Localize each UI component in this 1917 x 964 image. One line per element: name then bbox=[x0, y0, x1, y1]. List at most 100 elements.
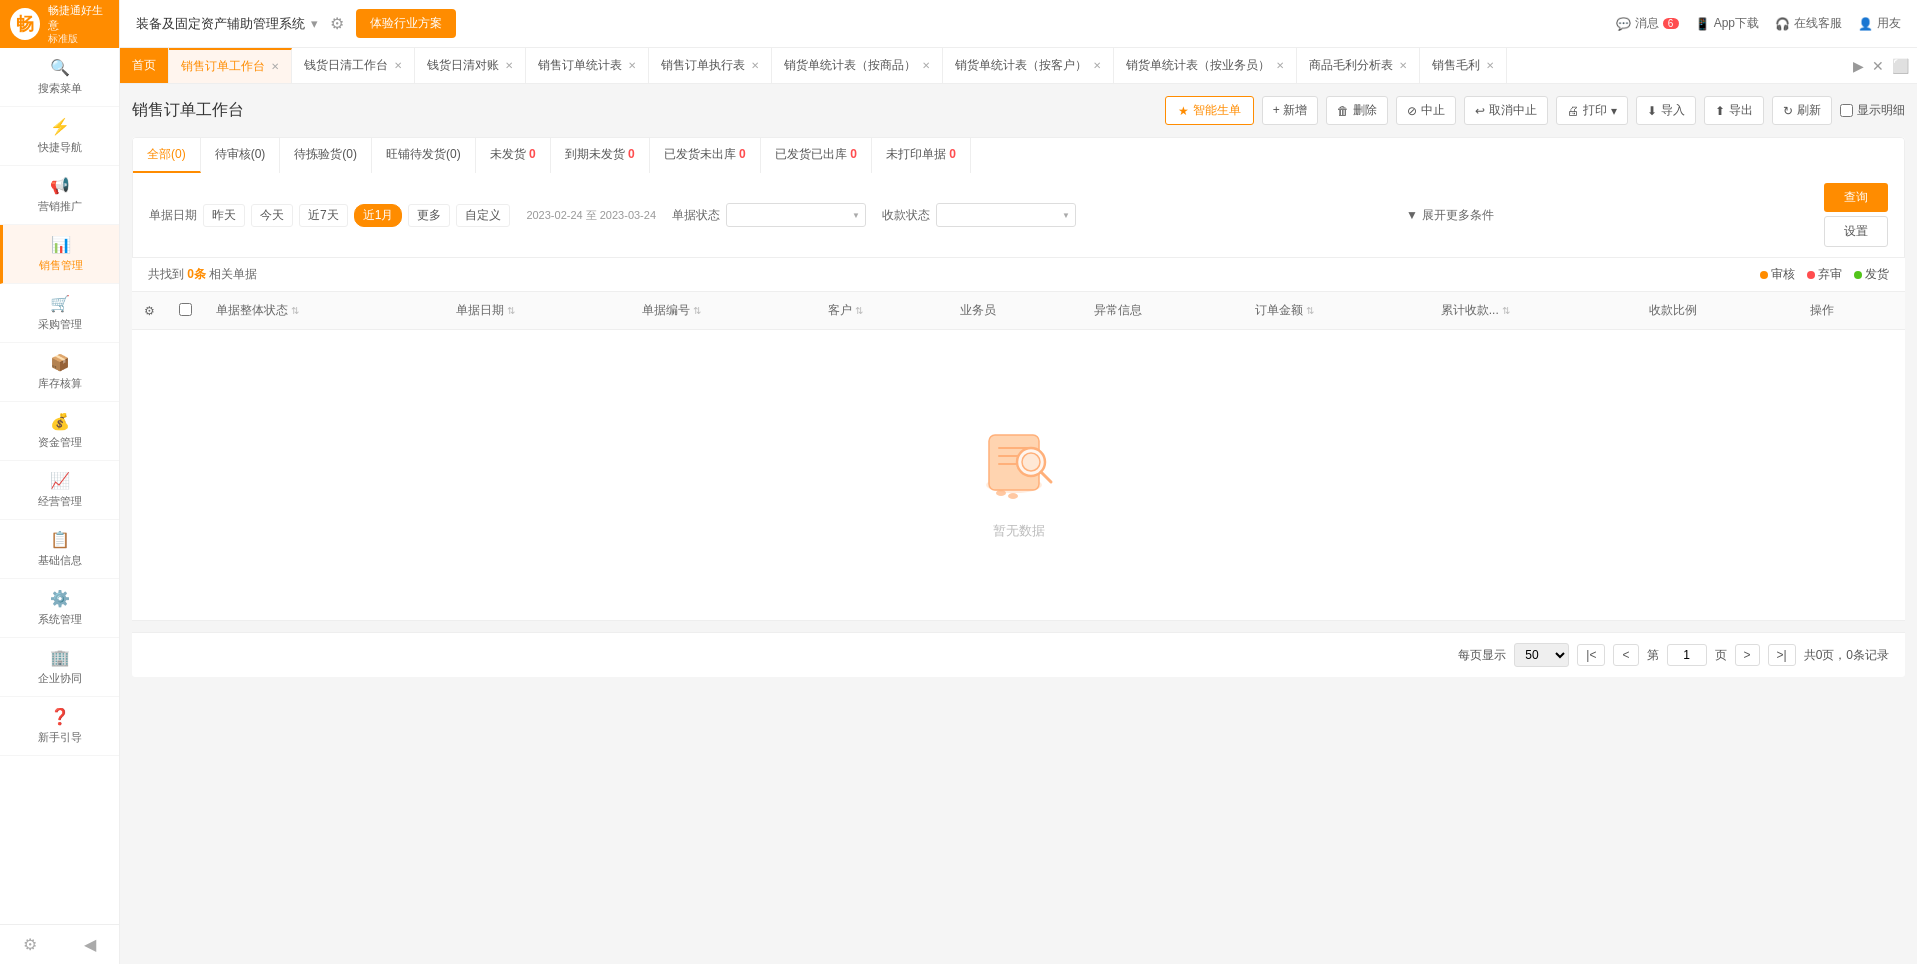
horizontal-scrollbar[interactable] bbox=[132, 620, 1905, 632]
sort-icon[interactable]: ⇅ bbox=[1306, 305, 1314, 316]
sidebar-bottom: ⚙ ◀ bbox=[0, 924, 119, 964]
topbar-gear-icon[interactable]: ⚙ bbox=[330, 14, 344, 33]
tab-sales-exec[interactable]: 销售订单执行表 ✕ bbox=[649, 48, 772, 84]
message-btn[interactable]: 💬 消息 6 bbox=[1616, 15, 1679, 32]
sub-tab-pending-review[interactable]: 待审核(0) bbox=[201, 138, 281, 173]
first-page-btn[interactable]: |< bbox=[1577, 644, 1605, 666]
payment-select[interactable] bbox=[936, 203, 1076, 227]
tab-close-icon[interactable]: ✕ bbox=[271, 61, 279, 72]
svg-point-9 bbox=[996, 490, 1006, 496]
sub-tab-not-shipped[interactable]: 未发货 0 bbox=[476, 138, 551, 173]
sub-tab-shipped-out[interactable]: 已发货已出库 0 bbox=[761, 138, 872, 173]
sub-tab-not-printed[interactable]: 未打印单据 0 bbox=[872, 138, 971, 173]
col-checkbox[interactable] bbox=[167, 292, 204, 330]
date-1month-btn[interactable]: 近1月 bbox=[354, 204, 403, 227]
tabs-maximize-btn[interactable]: ⬜ bbox=[1892, 58, 1909, 74]
sidebar-item-marketing[interactable]: 📢 营销推广 bbox=[0, 166, 119, 225]
sidebar-item-search[interactable]: 🔍 搜索菜单 bbox=[0, 48, 119, 107]
sidebar-item-finance[interactable]: 💰 资金管理 bbox=[0, 402, 119, 461]
sidebar-collapse-btn[interactable]: ◀ bbox=[84, 935, 96, 954]
tab-cash-daily[interactable]: 钱货日清工作台 ✕ bbox=[292, 48, 415, 84]
tab-sales-stats-prod[interactable]: 销货单统计表（按商品） ✕ bbox=[772, 48, 943, 84]
sub-tab-pending-check[interactable]: 待拣验货(0) bbox=[280, 138, 372, 173]
tab-close-icon[interactable]: ✕ bbox=[394, 60, 402, 71]
status-select[interactable] bbox=[726, 203, 866, 227]
date-more-btn[interactable]: 更多 bbox=[408, 204, 450, 227]
ship-btn[interactable]: 发货 bbox=[1854, 266, 1889, 283]
sidebar-item-sales[interactable]: 📊 销售管理 bbox=[0, 225, 119, 284]
tab-close-icon[interactable]: ✕ bbox=[1276, 60, 1284, 71]
sidebar-item-guide[interactable]: ❓ 新手引导 bbox=[0, 697, 119, 756]
last-page-btn[interactable]: >| bbox=[1768, 644, 1796, 666]
sidebar-item-purchase[interactable]: 🛒 采购管理 bbox=[0, 284, 119, 343]
cancel-stop-btn[interactable]: ↩ 取消中止 bbox=[1464, 96, 1548, 125]
user-menu-btn[interactable]: 👤 用友 bbox=[1858, 15, 1901, 32]
select-all-checkbox[interactable] bbox=[179, 303, 192, 316]
sidebar-item-operations[interactable]: 📈 经营管理 bbox=[0, 461, 119, 520]
sub-tab-expired-not-shipped[interactable]: 到期未发货 0 bbox=[551, 138, 650, 173]
sidebar-settings-btn[interactable]: ⚙ bbox=[23, 935, 37, 954]
date-custom-btn[interactable]: 自定义 bbox=[456, 204, 510, 227]
sidebar-item-quick-nav[interactable]: ⚡ 快捷导航 bbox=[0, 107, 119, 166]
col-settings[interactable]: ⚙ bbox=[132, 292, 167, 330]
sort-icon[interactable]: ⇅ bbox=[855, 305, 863, 316]
sort-icon[interactable]: ⇅ bbox=[291, 305, 299, 316]
add-btn[interactable]: + 新增 bbox=[1262, 96, 1318, 125]
guide-icon: ❓ bbox=[50, 707, 70, 726]
tab-close-icon[interactable]: ✕ bbox=[1093, 60, 1101, 71]
prev-page-btn[interactable]: < bbox=[1613, 644, 1638, 666]
tab-close-icon[interactable]: ✕ bbox=[922, 60, 930, 71]
tab-close-icon[interactable]: ✕ bbox=[505, 60, 513, 71]
tab-close-icon[interactable]: ✕ bbox=[1486, 60, 1494, 71]
stop-btn[interactable]: ⊘ 中止 bbox=[1396, 96, 1456, 125]
sub-tab-all[interactable]: 全部(0) bbox=[133, 138, 201, 173]
tab-sales-stats-cust[interactable]: 销货单统计表（按客户） ✕ bbox=[943, 48, 1114, 84]
tab-cash-reconcile[interactable]: 钱货日清对账 ✕ bbox=[415, 48, 526, 84]
per-page-select[interactable]: 10 20 50 100 bbox=[1514, 643, 1569, 667]
refresh-btn[interactable]: ↻ 刷新 bbox=[1772, 96, 1832, 125]
tab-sales-gross[interactable]: 销售毛利 ✕ bbox=[1420, 48, 1507, 84]
import-btn[interactable]: ⬇ 导入 bbox=[1636, 96, 1696, 125]
page-input[interactable] bbox=[1667, 644, 1707, 666]
review-btn[interactable]: 审核 bbox=[1760, 266, 1795, 283]
sub-tab-shipped-not-out[interactable]: 已发货未出库 0 bbox=[650, 138, 761, 173]
export-btn[interactable]: ⬆ 导出 bbox=[1704, 96, 1764, 125]
tab-close-icon[interactable]: ✕ bbox=[628, 60, 636, 71]
col-ratio: 收款比例 bbox=[1637, 292, 1798, 330]
sort-icon[interactable]: ⇅ bbox=[507, 305, 515, 316]
app-download-btn[interactable]: 📱 App下载 bbox=[1695, 15, 1759, 32]
online-service-btn[interactable]: 🎧 在线客服 bbox=[1775, 15, 1842, 32]
tab-sales-workbench[interactable]: 销售订单工作台 ✕ bbox=[169, 48, 292, 84]
sidebar-item-inventory[interactable]: 📦 库存核算 bbox=[0, 343, 119, 402]
revoke-btn[interactable]: 弃审 bbox=[1807, 266, 1842, 283]
sidebar-item-basic-info[interactable]: 📋 基础信息 bbox=[0, 520, 119, 579]
tabs-close-btn[interactable]: ✕ bbox=[1872, 58, 1884, 74]
print-btn[interactable]: 🖨 打印 ▾ bbox=[1556, 96, 1628, 125]
svg-point-10 bbox=[1008, 493, 1018, 499]
show-detail-toggle[interactable]: 显示明细 bbox=[1840, 102, 1905, 119]
tabs-scroll-right-btn[interactable]: ▶ bbox=[1853, 58, 1864, 74]
tab-close-icon[interactable]: ✕ bbox=[1399, 60, 1407, 71]
tab-home[interactable]: 首页 bbox=[120, 48, 169, 84]
sidebar-item-system[interactable]: ⚙️ 系统管理 bbox=[0, 579, 119, 638]
sort-icon[interactable]: ⇅ bbox=[693, 305, 701, 316]
expand-filter-btn[interactable]: ▼ 展开更多条件 bbox=[1406, 207, 1494, 224]
tab-close-icon[interactable]: ✕ bbox=[751, 60, 759, 71]
tab-sales-stats[interactable]: 销售订单统计表 ✕ bbox=[526, 48, 649, 84]
next-page-btn[interactable]: > bbox=[1735, 644, 1760, 666]
tab-gross-margin[interactable]: 商品毛利分析表 ✕ bbox=[1297, 48, 1420, 84]
date-yesterday-btn[interactable]: 昨天 bbox=[203, 204, 245, 227]
date-7days-btn[interactable]: 近7天 bbox=[299, 204, 348, 227]
setting-btn[interactable]: 设置 bbox=[1824, 216, 1888, 247]
show-detail-checkbox[interactable] bbox=[1840, 104, 1853, 117]
query-btn[interactable]: 查询 bbox=[1824, 183, 1888, 212]
sort-icon[interactable]: ⇅ bbox=[1502, 305, 1510, 316]
date-today-btn[interactable]: 今天 bbox=[251, 204, 293, 227]
smart-generate-btn[interactable]: ★ 智能生单 bbox=[1165, 96, 1254, 125]
table-scroll: ⚙ 单据整体状态 ⇅ 单据日期 ⇅ 单据编号 bbox=[132, 292, 1905, 620]
sidebar-item-enterprise[interactable]: 🏢 企业协同 bbox=[0, 638, 119, 697]
industry-solution-btn[interactable]: 体验行业方案 bbox=[356, 9, 456, 38]
sub-tab-wangpu[interactable]: 旺铺待发货(0) bbox=[372, 138, 476, 173]
tab-sales-stats-staff[interactable]: 销货单统计表（按业务员） ✕ bbox=[1114, 48, 1297, 84]
delete-btn[interactable]: 🗑 删除 bbox=[1326, 96, 1388, 125]
